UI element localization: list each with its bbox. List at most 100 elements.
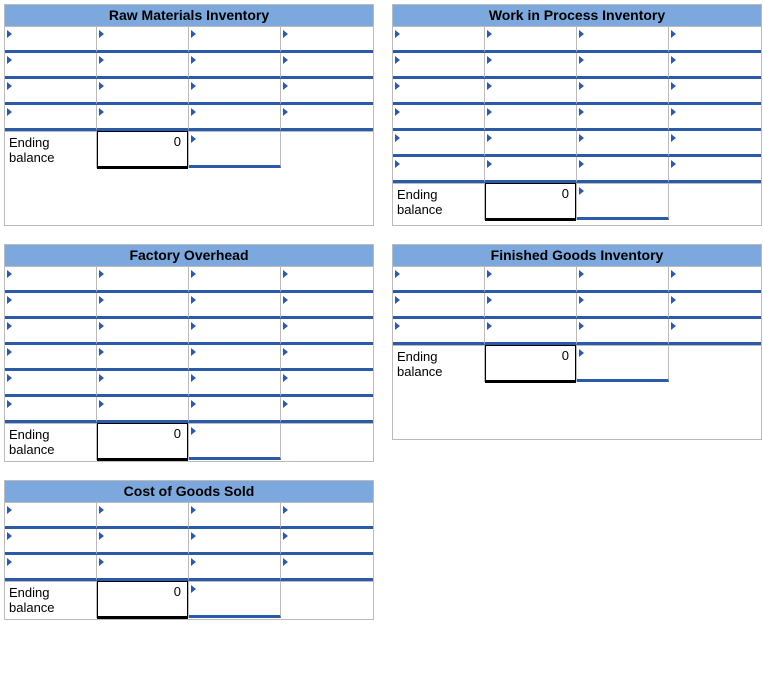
dropdown-cell[interactable] xyxy=(577,27,669,53)
dropdown-cell[interactable] xyxy=(281,397,373,423)
dropdown-cell[interactable] xyxy=(281,79,373,105)
dropdown-cell[interactable] xyxy=(281,371,373,397)
dropdown-cell[interactable] xyxy=(5,27,97,53)
dropdown-cell[interactable] xyxy=(577,319,669,345)
dropdown-cell[interactable] xyxy=(577,79,669,105)
dropdown-cell[interactable] xyxy=(669,319,761,345)
dropdown-cell[interactable] xyxy=(189,423,281,460)
dropdown-cell[interactable] xyxy=(5,529,97,555)
dropdown-cell[interactable] xyxy=(97,397,189,423)
dropdown-cell[interactable] xyxy=(485,105,577,131)
dropdown-cell[interactable] xyxy=(97,27,189,53)
dropdown-cell[interactable] xyxy=(281,267,373,293)
dropdown-cell[interactable] xyxy=(189,79,281,105)
dropdown-cell[interactable] xyxy=(189,131,281,168)
dropdown-cell[interactable] xyxy=(5,267,97,293)
dropdown-cell[interactable] xyxy=(281,503,373,529)
dropdown-cell[interactable] xyxy=(189,397,281,423)
dropdown-cell[interactable] xyxy=(281,53,373,79)
dropdown-cell[interactable] xyxy=(97,529,189,555)
dropdown-cell[interactable] xyxy=(669,157,761,183)
dropdown-cell[interactable] xyxy=(97,293,189,319)
dropdown-cell[interactable] xyxy=(97,503,189,529)
dropdown-cell[interactable] xyxy=(577,157,669,183)
dropdown-cell[interactable] xyxy=(393,27,485,53)
dropdown-cell[interactable] xyxy=(281,293,373,319)
dropdown-cell[interactable] xyxy=(669,79,761,105)
dropdown-cell[interactable] xyxy=(97,345,189,371)
ending-balance-value: 0 xyxy=(97,581,188,617)
dropdown-cell[interactable] xyxy=(577,183,669,220)
dropdown-cell[interactable] xyxy=(97,319,189,345)
dropdown-cell[interactable] xyxy=(669,293,761,319)
ending-balance-value-cell[interactable]: 0 xyxy=(485,183,577,220)
dropdown-cell[interactable] xyxy=(189,555,281,581)
dropdown-cell[interactable] xyxy=(485,131,577,157)
dropdown-cell[interactable] xyxy=(189,27,281,53)
dropdown-cell[interactable] xyxy=(577,53,669,79)
dropdown-cell[interactable] xyxy=(281,105,373,131)
dropdown-cell[interactable] xyxy=(669,27,761,53)
dropdown-cell[interactable] xyxy=(393,131,485,157)
dropdown-cell[interactable] xyxy=(281,319,373,345)
dropdown-cell[interactable] xyxy=(281,555,373,581)
dropdown-cell[interactable] xyxy=(189,503,281,529)
dropdown-cell[interactable] xyxy=(189,581,281,618)
dropdown-cell[interactable] xyxy=(189,345,281,371)
dropdown-cell[interactable] xyxy=(189,371,281,397)
dropdown-cell[interactable] xyxy=(485,79,577,105)
ending-balance-value-cell[interactable]: 0 xyxy=(97,581,189,618)
dropdown-cell[interactable] xyxy=(189,529,281,555)
dropdown-cell[interactable] xyxy=(5,319,97,345)
dropdown-cell[interactable] xyxy=(5,371,97,397)
dropdown-cell[interactable] xyxy=(97,371,189,397)
dropdown-cell[interactable] xyxy=(189,53,281,79)
dropdown-cell[interactable] xyxy=(577,105,669,131)
dropdown-cell[interactable] xyxy=(485,53,577,79)
dropdown-cell[interactable] xyxy=(5,503,97,529)
dropdown-cell[interactable] xyxy=(669,131,761,157)
dropdown-cell[interactable] xyxy=(189,319,281,345)
dropdown-cell[interactable] xyxy=(189,267,281,293)
dropdown-cell[interactable] xyxy=(281,27,373,53)
dropdown-cell[interactable] xyxy=(5,345,97,371)
dropdown-cell[interactable] xyxy=(669,105,761,131)
ending-balance-value-cell[interactable]: 0 xyxy=(485,345,577,382)
dropdown-cell[interactable] xyxy=(189,105,281,131)
dropdown-cell[interactable] xyxy=(485,293,577,319)
dropdown-cell[interactable] xyxy=(5,53,97,79)
dropdown-cell[interactable] xyxy=(393,157,485,183)
dropdown-cell[interactable] xyxy=(5,105,97,131)
ending-balance-value-cell[interactable]: 0 xyxy=(97,131,189,168)
dropdown-cell[interactable] xyxy=(5,397,97,423)
dropdown-cell[interactable] xyxy=(577,131,669,157)
dropdown-cell[interactable] xyxy=(5,79,97,105)
dropdown-cell[interactable] xyxy=(577,345,669,382)
dropdown-cell[interactable] xyxy=(485,319,577,345)
dropdown-cell[interactable] xyxy=(393,319,485,345)
dropdown-cell[interactable] xyxy=(577,293,669,319)
dropdown-cell[interactable] xyxy=(393,53,485,79)
dropdown-cell[interactable] xyxy=(485,27,577,53)
dropdown-cell[interactable] xyxy=(669,267,761,293)
ending-balance-value-cell[interactable]: 0 xyxy=(97,423,189,460)
dropdown-cell[interactable] xyxy=(577,267,669,293)
dropdown-cell[interactable] xyxy=(97,267,189,293)
dropdown-cell[interactable] xyxy=(189,293,281,319)
dropdown-cell[interactable] xyxy=(281,529,373,555)
blank-cell xyxy=(669,345,761,382)
dropdown-cell[interactable] xyxy=(393,79,485,105)
dropdown-cell[interactable] xyxy=(485,267,577,293)
dropdown-cell[interactable] xyxy=(97,79,189,105)
dropdown-cell[interactable] xyxy=(281,345,373,371)
dropdown-cell[interactable] xyxy=(393,293,485,319)
dropdown-cell[interactable] xyxy=(97,53,189,79)
dropdown-cell[interactable] xyxy=(393,267,485,293)
dropdown-cell[interactable] xyxy=(485,157,577,183)
dropdown-cell[interactable] xyxy=(669,53,761,79)
dropdown-cell[interactable] xyxy=(97,555,189,581)
dropdown-cell[interactable] xyxy=(5,293,97,319)
dropdown-cell[interactable] xyxy=(5,555,97,581)
dropdown-cell[interactable] xyxy=(97,105,189,131)
dropdown-cell[interactable] xyxy=(393,105,485,131)
